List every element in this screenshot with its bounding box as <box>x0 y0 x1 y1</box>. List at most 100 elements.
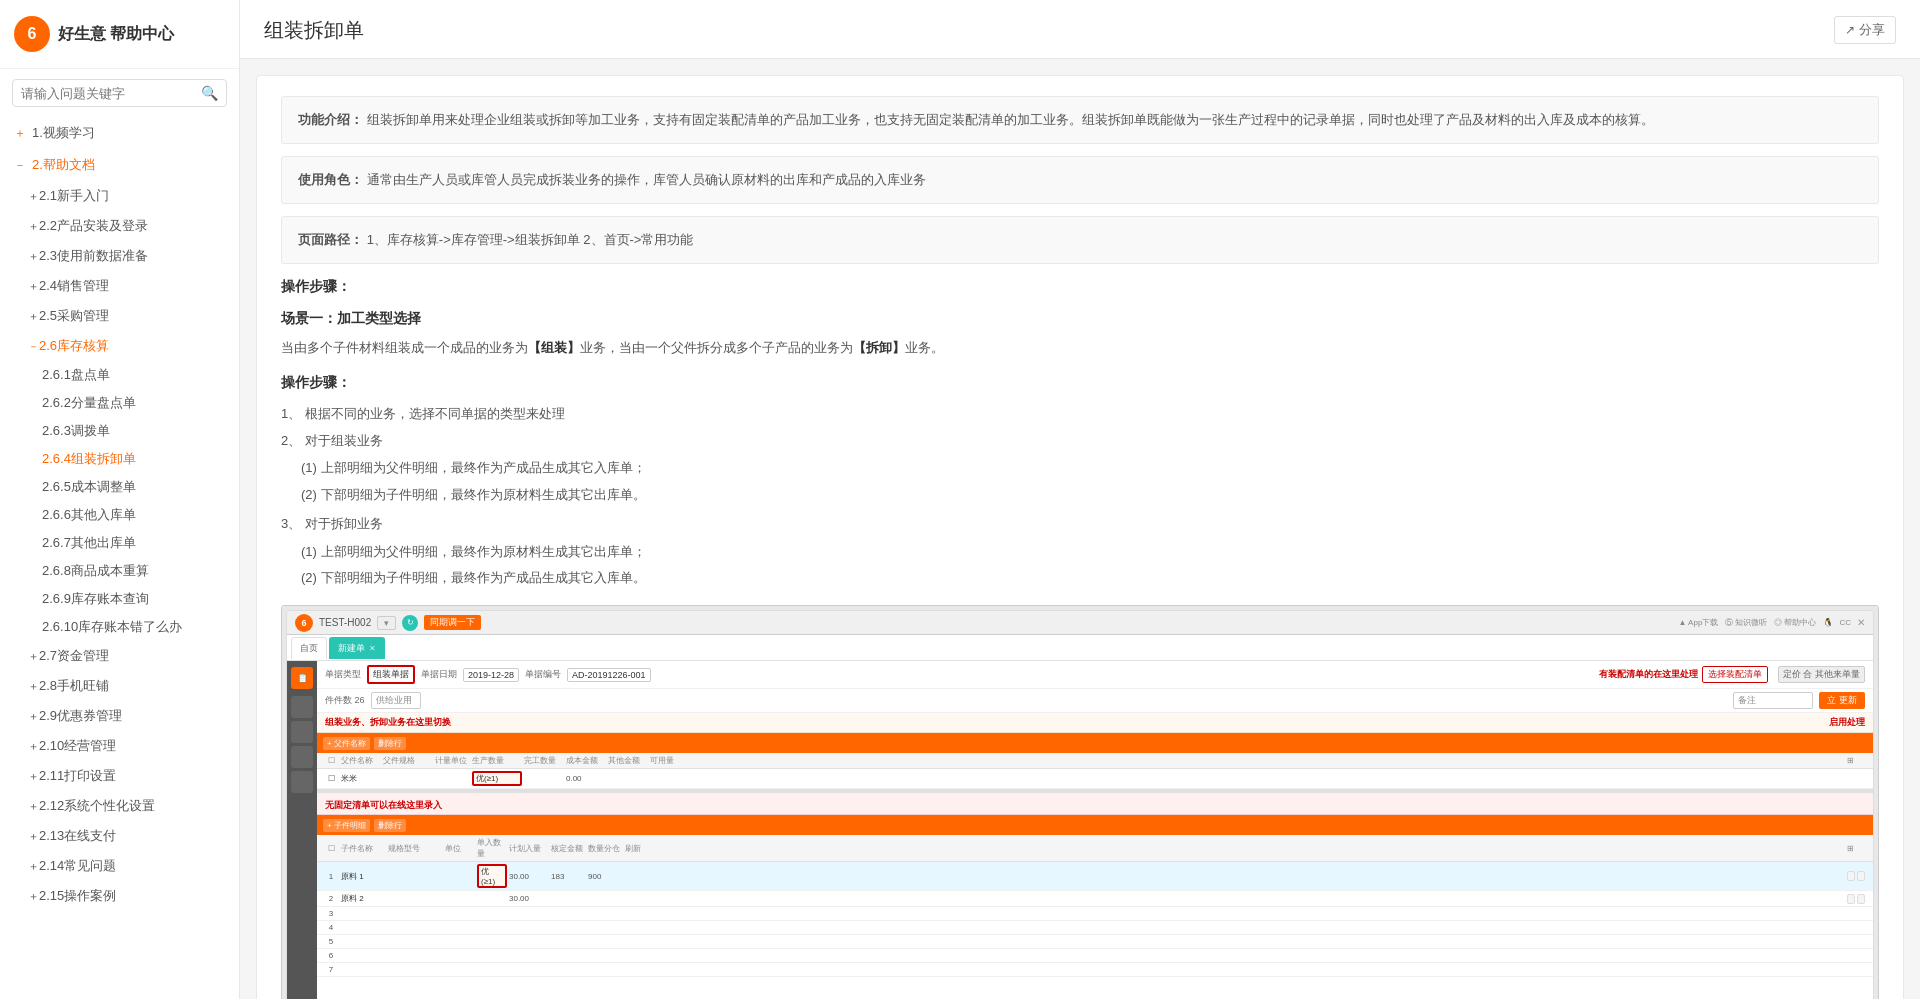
sidebar-item-2-7[interactable]: ＋ 2.7资金管理 <box>0 641 239 671</box>
tab-close-icon[interactable]: ✕ <box>369 644 376 653</box>
sidebar-item-videos[interactable]: ＋ 1.视频学习 <box>0 117 239 149</box>
sidebar-label-2-9: 2.9优惠券管理 <box>39 707 122 725</box>
sidebar-item-2-15[interactable]: ＋ 2.15操作案例 <box>0 881 239 911</box>
sidebar-item-2-8[interactable]: ＋ 2.8手机旺铺 <box>0 671 239 701</box>
sidebar-item-docs[interactable]: － 2.帮助文档 <box>0 149 239 181</box>
sidebar-item-2-11[interactable]: ＋ 2.11打印设置 <box>0 761 239 791</box>
lower-action-btn-1[interactable]: + 子件明细 <box>323 819 370 832</box>
step-2-text: 对于组装业务 <box>305 433 383 448</box>
lower-row-3: 3 <box>317 907 1873 921</box>
form-type-label: 单据类型 <box>325 668 361 681</box>
sidebar-label-2-10: 2.10经营管理 <box>39 737 116 755</box>
mock-lower-action-bar: + 子件明细 删除行 <box>317 815 1873 835</box>
mock-close-btn[interactable]: ✕ <box>1857 617 1865 628</box>
mock-save-btn[interactable]: 立 更新 <box>1819 692 1865 709</box>
step-3-text: 对于拆卸业务 <box>305 516 383 531</box>
content-body: 功能介绍： 组装拆卸单用来处理企业组装或拆卸等加工业务，支持有固定装配清单的产品… <box>256 75 1904 999</box>
sidebar-item-2-5[interactable]: ＋ 2.5采购管理 <box>0 301 239 331</box>
annotation-bar-2: 无固定清单可以在线这里录入 <box>317 793 1873 815</box>
sidebar-label-2-7: 2.7资金管理 <box>39 647 109 665</box>
sidebar-item-2-12[interactable]: ＋ 2.12系统个性化设置 <box>0 791 239 821</box>
share-label: 分享 <box>1859 21 1885 39</box>
sidebar-item-2-2[interactable]: ＋ 2.2产品安装及登录 <box>0 211 239 241</box>
sidebar-item-2-6-10[interactable]: 2.6.10库存账本错了么办 <box>0 613 239 641</box>
annotation-a1-btn: 选择装配清单 <box>1708 669 1762 679</box>
col-other: 其他金额 <box>608 755 648 766</box>
plus-icon-2-2: ＋ <box>28 219 39 234</box>
search-input[interactable] <box>21 86 195 101</box>
sidebar-label-2-6-7: 2.6.7其他出库单 <box>42 534 136 552</box>
role-section: 使用角色： 通常由生产人员或库管人员完成拆装业务的操作，库管人员确认原材料的出库… <box>281 156 1879 204</box>
plus-icon-2-11: ＋ <box>28 769 39 784</box>
sidebar-item-2-6-3[interactable]: 2.6.3调拨单 <box>0 417 239 445</box>
sidebar-item-2-6[interactable]: － 2.6库存核算 <box>0 331 239 361</box>
sidebar-item-2-13[interactable]: ＋ 2.13在线支付 <box>0 821 239 851</box>
sidebar-item-2-6-1[interactable]: 2.6.1盘点单 <box>0 361 239 389</box>
col-parent-name: 父件名称 <box>341 755 381 766</box>
mock-supplier-input[interactable]: 供给业用 <box>371 692 421 709</box>
mock-mini-sidebar: 📋 <box>287 661 317 999</box>
mock-window-title: TEST-H002 <box>319 617 371 628</box>
nav-section: ＋ 1.视频学习 － 2.帮助文档 ＋ 2.1新手入门 ＋ 2.2产品安装及登录… <box>0 117 239 919</box>
upper-qty-select[interactable]: 优(≥1) <box>472 771 522 786</box>
lower-row-6: 6 <box>317 949 1873 963</box>
search-box[interactable]: 🔍 <box>12 79 227 107</box>
share-button[interactable]: ↗ 分享 <box>1834 16 1896 44</box>
form-type-value: 组装单据 <box>373 669 409 679</box>
sidebar-item-2-9[interactable]: ＋ 2.9优惠券管理 <box>0 701 239 731</box>
sidebar-item-2-10[interactable]: ＋ 2.10经营管理 <box>0 731 239 761</box>
mock-window: 6 TEST-H002 ▾ ↻ 同期调一下 ▲ App下载 <box>286 610 1874 999</box>
step-2: 2、 对于组装业务 <box>281 429 1879 452</box>
mock-orange-btn[interactable]: 同期调一下 <box>424 615 481 630</box>
annotation-a1-area: 有装配清单的在这里处理 选择装配清单 <box>1599 666 1768 683</box>
mock-type-select[interactable]: 组装单据 <box>367 665 415 684</box>
sidebar-item-2-14[interactable]: ＋ 2.14常见问题 <box>0 851 239 881</box>
lower-row-2: 2 原料 2 30.00 <box>317 891 1873 907</box>
action-btn-2[interactable]: 删除行 <box>374 737 406 750</box>
sidebar-item-2-4[interactable]: ＋ 2.4销售管理 <box>0 271 239 301</box>
lower-action-btn-2[interactable]: 删除行 <box>374 819 406 832</box>
plus-icon-2-1: ＋ <box>28 189 39 204</box>
mock-date-input[interactable]: 2019-12-28 <box>463 668 519 682</box>
lower-qty-input[interactable]: 优(≥1) <box>477 864 507 888</box>
mock-extra-btn[interactable]: 定价 合 其他来单量 <box>1778 666 1865 683</box>
search-icon[interactable]: 🔍 <box>201 85 218 101</box>
mock-tab-new[interactable]: 新建单 ✕ <box>329 637 385 659</box>
col-unit: 计量单位 <box>435 755 470 766</box>
sidebar-label-2-13: 2.13在线支付 <box>39 827 116 845</box>
sidebar-item-2-3[interactable]: ＋ 2.3使用前数据准备 <box>0 241 239 271</box>
share-icon: ↗ <box>1845 23 1855 37</box>
role-text: 通常由生产人员或库管人员完成拆装业务的操作，库管人员确认原材料的出库和产成品的入… <box>367 172 926 187</box>
sidebar-item-2-6-7[interactable]: 2.6.7其他出库单 <box>0 529 239 557</box>
mock-sidebar-icon-3 <box>291 746 313 768</box>
count-label: 件件数 26 <box>325 694 365 707</box>
mock-sidebar-icon-2 <box>291 721 313 743</box>
form-code-value: AD-20191226-001 <box>572 670 646 680</box>
scene1-title: 场景一：加工类型选择 <box>281 310 1879 328</box>
mock-bom-btn[interactable]: 选择装配清单 <box>1702 666 1768 683</box>
mock-remark-input[interactable]: 备注 <box>1733 692 1813 709</box>
plus-icon-2-10: ＋ <box>28 739 39 754</box>
sidebar-item-2-6-5[interactable]: 2.6.5成本调整单 <box>0 473 239 501</box>
sidebar-label-2-15: 2.15操作案例 <box>39 887 116 905</box>
sidebar-item-2-1[interactable]: ＋ 2.1新手入门 <box>0 181 239 211</box>
mock-tab-home[interactable]: 自页 <box>291 637 327 659</box>
lower-row-4: 4 <box>317 921 1873 935</box>
sidebar-item-2-6-8[interactable]: 2.6.8商品成本重算 <box>0 557 239 585</box>
sidebar-item-2-6-6[interactable]: 2.6.6其他入库单 <box>0 501 239 529</box>
step-1-text: 根据不同的业务，选择不同单据的类型来处理 <box>305 406 565 421</box>
sidebar-label-2-3: 2.3使用前数据准备 <box>39 247 148 265</box>
sidebar-item-2-6-2[interactable]: 2.6.2分量盘点单 <box>0 389 239 417</box>
mock-dropdown[interactable]: ▾ <box>377 616 396 630</box>
lower-row-5: 5 <box>317 935 1873 949</box>
sidebar-item-2-6-9[interactable]: 2.6.9库存账本查询 <box>0 585 239 613</box>
sub-step-3-1: (1) 上部明细为父件明细，最终作为原材料生成其它出库单； <box>281 540 1879 563</box>
sidebar-label-2-6-4: 2.6.4组装拆卸单 <box>42 450 136 468</box>
mock-form-row-2: 件件数 26 供给业用 备注 立 更新 <box>317 689 1873 713</box>
mock-code-input[interactable]: AD-20191226-001 <box>567 668 651 682</box>
sidebar-item-2-6-4[interactable]: 2.6.4组装拆卸单 <box>0 445 239 473</box>
mock-lower-table: ☐ 子件名称 规格型号 单位 单入数量 计划入量 核定金额 数量分仓 刷新 <box>317 835 1873 999</box>
action-btn-1[interactable]: + 父件名称 <box>323 737 370 750</box>
role-label: 使用角色： <box>298 172 363 187</box>
plus-icon-2-13: ＋ <box>28 829 39 844</box>
